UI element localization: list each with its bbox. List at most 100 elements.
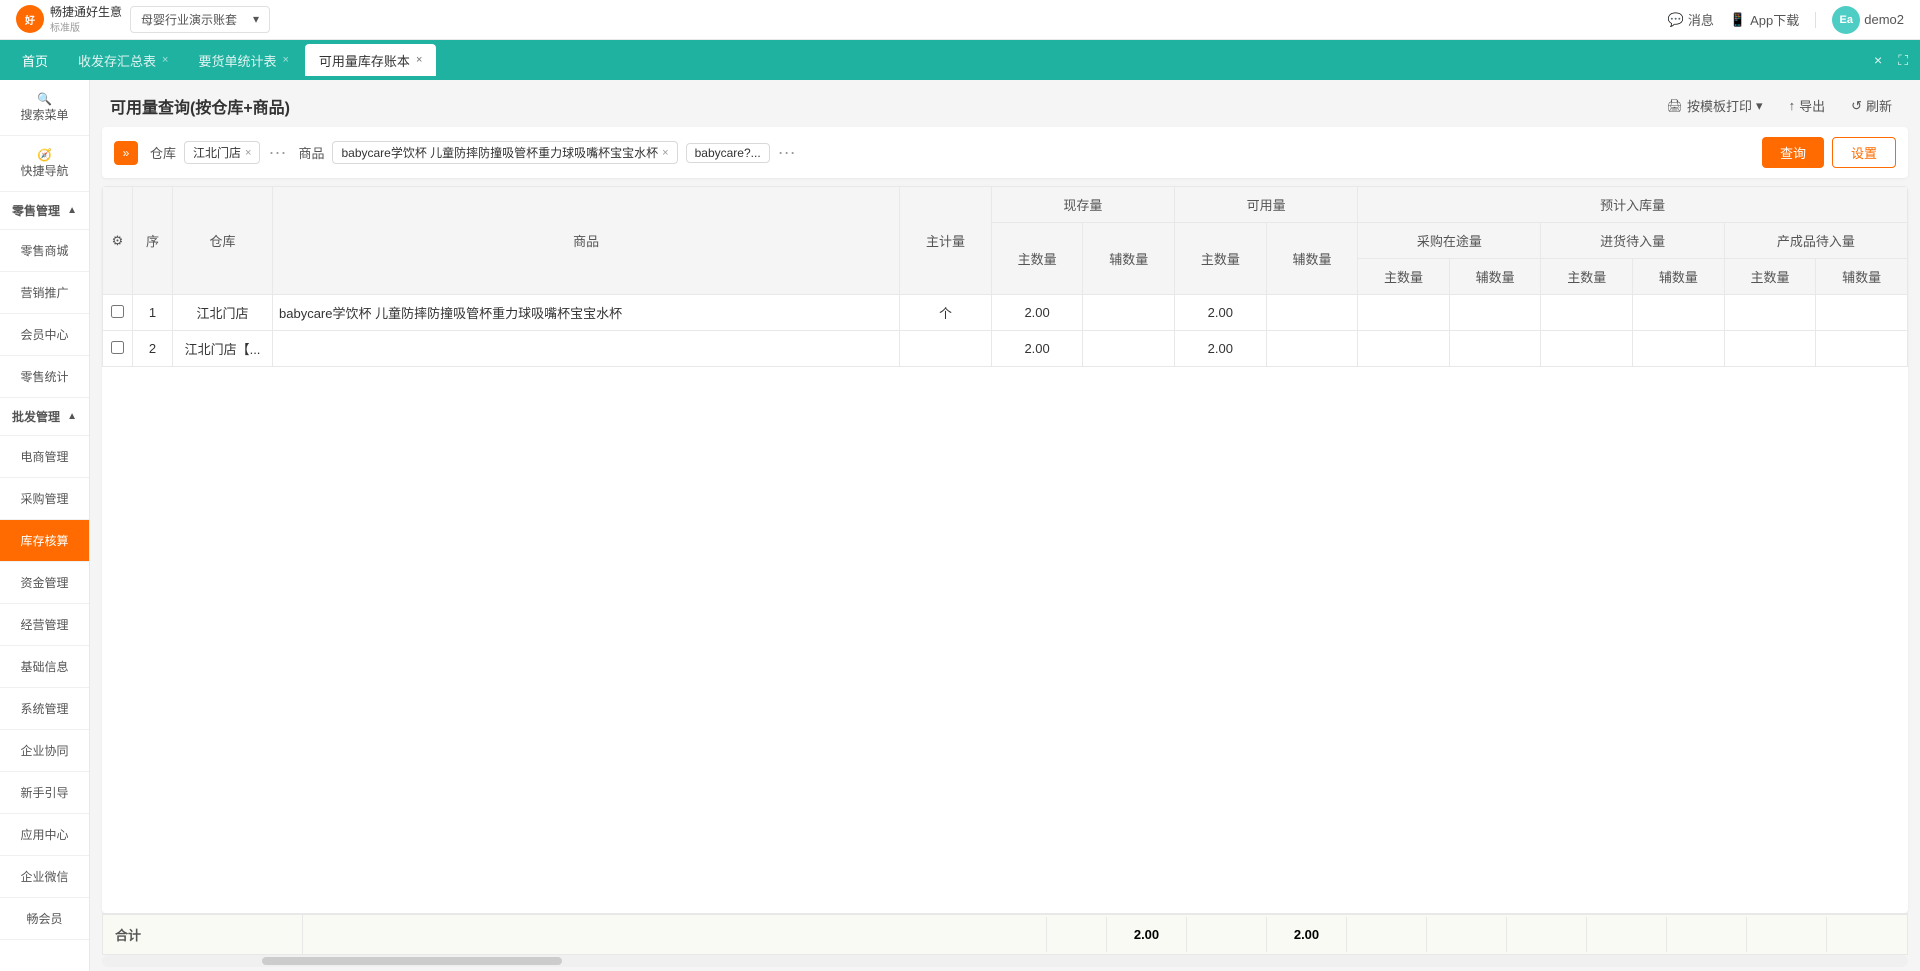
col-current-stock-header: 现存量 [991,187,1174,223]
search-icon: 🔍 [37,92,52,106]
cell-stock-aux [1083,331,1175,367]
col-product-aux-header: 辅数量 [1816,259,1908,295]
table-footer: 合计 2.00 2.00 [102,913,1908,955]
total-product-aux [1827,917,1907,952]
sidebar-retail-store-label: 零售商城 [20,244,68,258]
app-download-label: App下载 [1750,10,1799,29]
sidebar-item-system-mgmt[interactable]: 系统管理 [0,688,89,730]
top-bar: 好 畅捷通好生意 标准版 母婴行业演示账套 ▾ 💬 消息 📱 App下载 Ea … [0,0,1920,40]
sidebar-item-ecommerce[interactable]: 电商管理 [0,436,89,478]
tab-order-stats[interactable]: 要货单统计表 × [184,44,302,76]
table-row: 2 江北门店【... 2.00 2.00 [103,331,1908,367]
warehouse-tag-value: 江北门店 [193,144,241,161]
warehouse-tag[interactable]: 江北门店 × [184,141,260,164]
compass-icon: 🧭 [37,148,52,162]
total-avail-main: 2.00 [1267,917,1347,952]
close-window-icon[interactable]: × [1870,48,1886,72]
sidebar-item-finance[interactable]: 资金管理 [0,562,89,604]
col-purchase-in-transit-header: 采购在途量 [1358,223,1541,259]
industry-selector[interactable]: 母婴行业演示账套 ▾ [130,6,270,33]
col-settings-header[interactable]: ⚙ [103,187,133,295]
tab-receive-send-label: 收发存汇总表 [78,51,156,70]
query-button[interactable]: 查询 [1762,137,1824,168]
product-tag-1-value: babycare学饮杯 儿童防摔防撞吸管杯重力球吸嘴杯宝宝水杯 [341,144,658,161]
product-tag-2[interactable]: babycare?... [686,143,770,163]
sidebar-search-menu[interactable]: 🔍 搜索菜单 [0,80,89,136]
cell-checkbox[interactable] [103,331,133,367]
total-product-main [1747,917,1827,952]
cell-goods-main [1541,331,1633,367]
total-label: 合计 [103,915,303,954]
sidebar-item-app-center[interactable]: 应用中心 [0,814,89,856]
sidebar-item-retail-mgmt[interactable]: 零售管理 ▲ [0,192,89,230]
sidebar-item-marketing[interactable]: 营销推广 [0,272,89,314]
tab-available-stock-close[interactable]: × [416,54,422,66]
sidebar-item-enterprise-collab[interactable]: 企业协同 [0,730,89,772]
refresh-label: 刷新 [1866,96,1892,115]
sidebar-marketing-label: 营销推广 [20,286,68,300]
sidebar-item-enterprise-wechat[interactable]: 企业微信 [0,856,89,898]
tab-receive-send-close[interactable]: × [162,54,168,66]
top-bar-right: 💬 消息 📱 App下载 Ea demo2 [1668,6,1904,34]
product-more-btn[interactable]: ··· [778,142,796,163]
logo-text: 畅捷通好生意 [50,5,122,19]
warehouse-tag-close[interactable]: × [245,147,251,159]
warehouse-more-btn[interactable]: ··· [268,142,286,163]
total-stock-aux [1187,917,1267,952]
filter-right: 查询 设置 [1762,137,1896,168]
sidebar-item-wholesale-mgmt[interactable]: 批发管理 ▲ [0,398,89,436]
cell-product: babycare学饮杯 儿童防摔防撞吸管杯重力球吸嘴杯宝宝水杯 [273,295,900,331]
page-header: 可用量查询(按仓库+商品) 🖨 按模板打印 ▾ ↑ 导出 ↺ 刷新 [90,80,1920,127]
sidebar-item-retail-stats[interactable]: 零售统计 [0,356,89,398]
logo-text-area: 畅捷通好生意 标准版 [50,5,122,34]
cell-goods-main [1541,295,1633,331]
tab-order-stats-close[interactable]: × [282,54,288,66]
sidebar-enterprise-wechat-label: 企业微信 [20,870,68,884]
sidebar-item-retail-store[interactable]: 零售商城 [0,230,89,272]
tab-home-label: 首页 [22,51,48,70]
scrollbar-thumb[interactable] [262,957,562,965]
template-print-btn[interactable]: 🖨 按模板打印 ▾ [1659,92,1771,119]
filter-expand-btn[interactable]: » [114,141,138,165]
tab-available-stock[interactable]: 可用量库存账本 × [305,44,436,76]
sidebar-purchase-mgmt-label: 采购管理 [20,492,68,506]
cell-warehouse: 江北门店【... [173,331,273,367]
product-tag-1[interactable]: babycare学饮杯 儿童防摔防撞吸管杯重力球吸嘴杯宝宝水杯 × [332,141,677,164]
sidebar-quick-nav[interactable]: 🧭 快捷导航 [0,136,89,192]
refresh-btn[interactable]: ↺ 刷新 [1843,92,1900,119]
cell-purchase-main [1358,295,1450,331]
avatar: Ea [1832,6,1860,34]
sidebar-enterprise-collab-label: 企业协同 [20,744,68,758]
tab-order-stats-label: 要货单统计表 [198,51,276,70]
message-action[interactable]: 💬 消息 [1668,10,1714,29]
sidebar-item-new-guide[interactable]: 新手引导 [0,772,89,814]
user-area[interactable]: Ea demo2 [1832,6,1904,34]
export-btn[interactable]: ↑ 导出 [1781,92,1834,119]
col-stock-main-header: 主数量 [991,223,1083,295]
product-tag-1-close[interactable]: × [662,147,668,159]
sidebar-item-vip-member[interactable]: 畅会员 [0,898,89,940]
sidebar-app-center-label: 应用中心 [20,828,68,842]
nav-tabs: 首页 收发存汇总表 × 要货单统计表 × 可用量库存账本 × × ⛶ [0,40,1920,80]
sidebar-item-operations[interactable]: 经营管理 [0,604,89,646]
sidebar-item-basic-info[interactable]: 基础信息 [0,646,89,688]
phone-icon: 📱 [1730,12,1746,28]
cell-product-main [1724,295,1816,331]
cell-product-aux [1816,331,1908,367]
app-download-action[interactable]: 📱 App下载 [1730,10,1799,29]
sidebar-item-inventory[interactable]: 库存核算 [0,520,89,562]
cell-avail-aux [1266,331,1358,367]
print-icon: 🖨 [1667,98,1684,114]
sidebar-item-purchase-mgmt[interactable]: 采购管理 [0,478,89,520]
fullscreen-icon[interactable]: ⛶ [1894,48,1912,73]
username-label: demo2 [1864,12,1904,27]
sidebar-item-member-center[interactable]: 会员中心 [0,314,89,356]
tab-home[interactable]: 首页 [8,44,62,76]
col-goods-aux-header: 辅数量 [1633,259,1725,295]
total-goods-main [1587,917,1667,952]
tab-receive-send[interactable]: 收发存汇总表 × [64,44,182,76]
total-empty-product [303,917,1047,952]
cell-checkbox[interactable] [103,295,133,331]
page-actions: 🖨 按模板打印 ▾ ↑ 导出 ↺ 刷新 [1659,92,1901,119]
setting-button[interactable]: 设置 [1832,137,1896,168]
